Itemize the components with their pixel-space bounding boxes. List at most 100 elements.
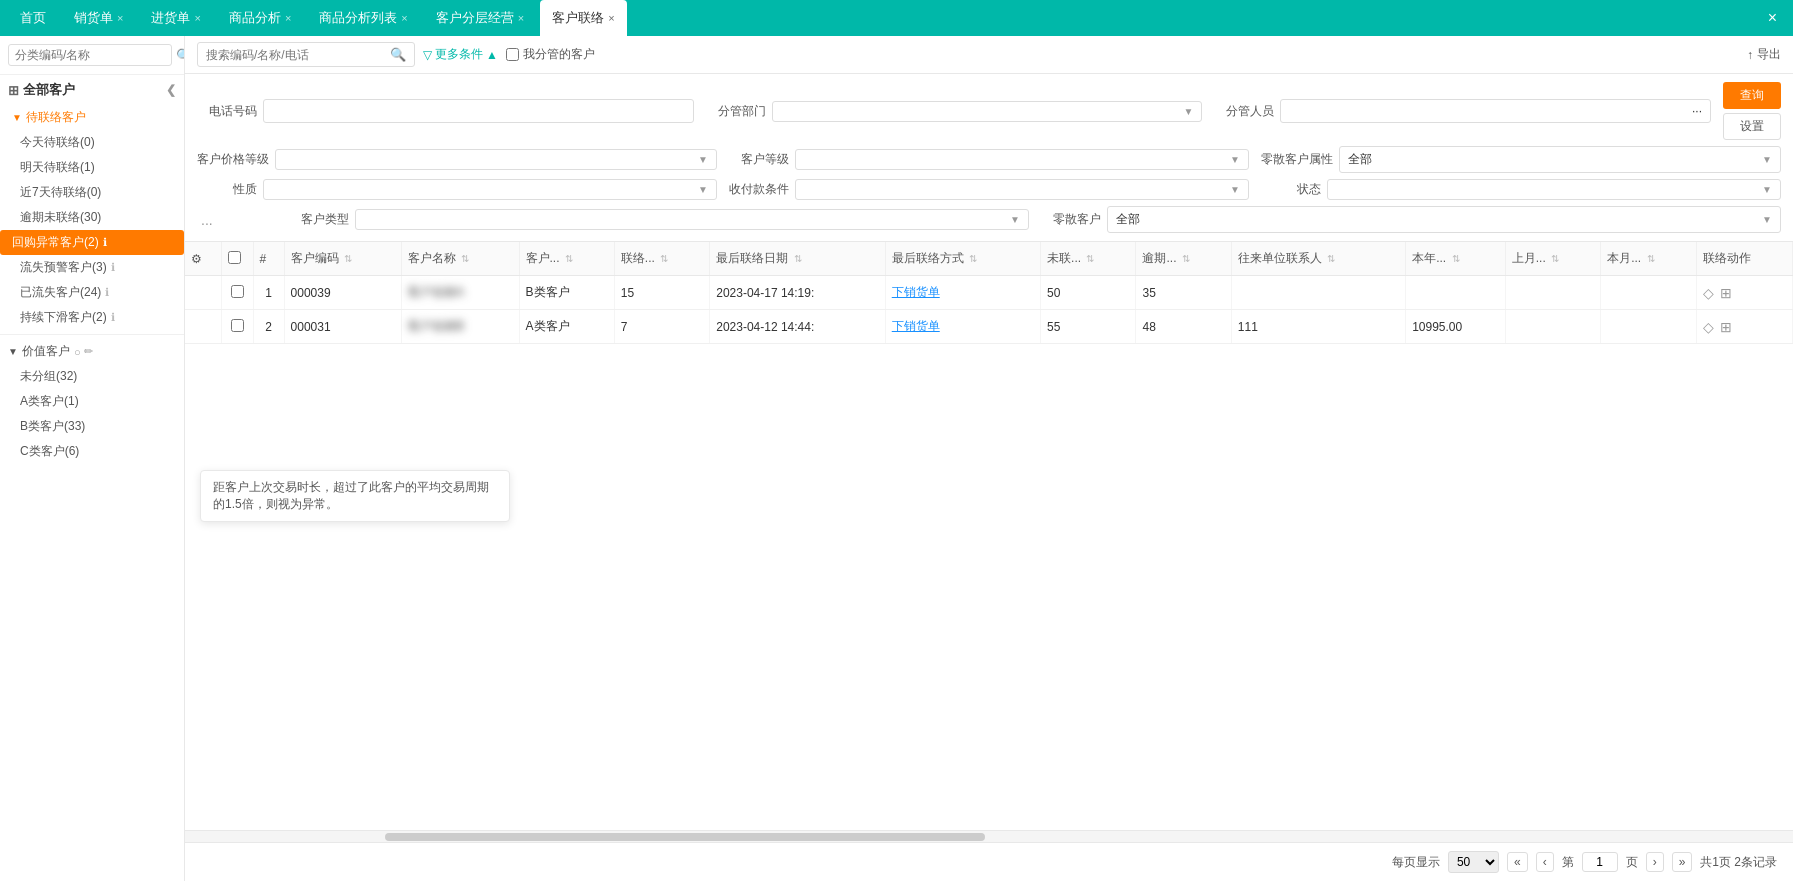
row-checkbox-cell[interactable]	[221, 276, 253, 310]
th-not-contacted[interactable]: 未联... ⇅	[1041, 242, 1136, 276]
tab-customer-segmentation[interactable]: 客户分层经营 ×	[424, 0, 536, 36]
sidebar-search-input[interactable]	[8, 44, 172, 66]
customer-level-select[interactable]: ▼	[795, 149, 1249, 170]
per-page-select[interactable]: 50 100 200	[1448, 851, 1499, 873]
th-category[interactable]: 客户... ⇅	[519, 242, 614, 276]
action-icons-container: ◇ ⊞	[1703, 319, 1787, 335]
edit-icon[interactable]: ○	[74, 346, 81, 358]
sidebar-all-customers-header[interactable]: ⊞ 全部客户 ❮	[0, 75, 184, 105]
sidebar-value-customers-header[interactable]: ▼ 价值客户 ○ ✏	[0, 339, 184, 364]
sidebar-item-ungrouped[interactable]: 未分组(32)	[0, 364, 184, 389]
record-action-icon[interactable]: ⊞	[1720, 285, 1732, 301]
th-this-year[interactable]: 本年... ⇅	[1406, 242, 1506, 276]
status-select[interactable]: ▼	[1327, 179, 1781, 200]
row-this-year: 10995.00	[1406, 310, 1506, 344]
horizontal-scrollbar[interactable]	[185, 830, 1793, 842]
close-icon[interactable]: ×	[608, 0, 614, 36]
retail-customer-select[interactable]: 全部 ▼	[1107, 206, 1781, 233]
tab-home[interactable]: 首页	[8, 0, 58, 36]
next-page-button[interactable]: ›	[1646, 852, 1664, 872]
th-overdue[interactable]: 逾期... ⇅	[1136, 242, 1231, 276]
row-last-contact-method[interactable]: 下销货单	[885, 310, 1040, 344]
more-dots[interactable]: ...	[197, 212, 217, 228]
select-all-checkbox[interactable]	[228, 251, 241, 264]
sidebar-item-persistent-decline[interactable]: 持续下滑客户(2) ℹ	[0, 305, 184, 330]
tab-product-analysis-label: 商品分析	[229, 0, 281, 36]
tab-product-analysis-list[interactable]: 商品分析列表 ×	[307, 0, 419, 36]
first-page-button[interactable]: «	[1507, 852, 1528, 872]
manager-select[interactable]: ···	[1280, 99, 1711, 123]
th-last-month[interactable]: 上月... ⇅	[1505, 242, 1600, 276]
customer-type-select[interactable]: ▼	[355, 209, 1029, 230]
sidebar-item-today[interactable]: 今天待联络(0)	[0, 130, 184, 155]
my-customers-checkbox-area[interactable]: 我分管的客户	[506, 46, 595, 63]
row-last-contact-method[interactable]: 下销货单	[885, 276, 1040, 310]
close-icon[interactable]: ×	[518, 0, 524, 36]
query-button[interactable]: 查询	[1723, 82, 1781, 109]
phone-input[interactable]	[263, 99, 694, 123]
close-icon[interactable]: ×	[194, 0, 200, 36]
settings-button[interactable]: 设置	[1723, 113, 1781, 140]
dept-select[interactable]: ▼	[772, 101, 1203, 122]
nav-close-button[interactable]: ×	[1760, 9, 1785, 27]
value-customers-label: 价值客户	[22, 343, 70, 360]
th-settings[interactable]: ⚙	[185, 242, 221, 276]
my-customers-checkbox[interactable]	[506, 48, 519, 61]
search-input[interactable]	[206, 48, 386, 62]
sidebar-pending-contact-header[interactable]: ▼ 待联络客户	[0, 105, 184, 130]
last-contact-method-link[interactable]: 下销货单	[892, 285, 940, 299]
tab-purchase-order[interactable]: 进货单 ×	[139, 0, 212, 36]
close-icon[interactable]: ×	[401, 0, 407, 36]
last-contact-method-link[interactable]: 下销货单	[892, 319, 940, 333]
sidebar-item-class-a[interactable]: A类客户(1)	[0, 389, 184, 414]
sidebar-item-class-b[interactable]: B类客户(33)	[0, 414, 184, 439]
row-checkbox[interactable]	[231, 319, 244, 332]
contact-action-icon[interactable]: ◇	[1703, 319, 1714, 335]
sidebar-search-icon[interactable]: 🔍	[176, 48, 185, 63]
sidebar-item-7days[interactable]: 近7天待联络(0)	[0, 180, 184, 205]
scrollbar-thumb[interactable]	[385, 833, 985, 841]
th-checkbox[interactable]	[221, 242, 253, 276]
retail-attr-select[interactable]: 全部 ▼	[1339, 146, 1781, 173]
class-c-label: C类客户(6)	[20, 444, 79, 458]
th-last-contact-date[interactable]: 最后联络日期 ⇅	[710, 242, 886, 276]
row-code[interactable]: 000031	[284, 310, 401, 344]
sidebar-item-repurchase-abnormal[interactable]: 回购异常客户(2) ℹ	[0, 230, 184, 255]
page-number-input[interactable]	[1582, 852, 1618, 872]
tab-customer-contact[interactable]: 客户联络 ×	[540, 0, 626, 36]
sidebar-item-already-lost[interactable]: 已流失客户(24) ℹ	[0, 280, 184, 305]
top-navigation: 首页 销货单 × 进货单 × 商品分析 × 商品分析列表 × 客户分层经营 × …	[0, 0, 1793, 36]
contact-action-icon[interactable]: ◇	[1703, 285, 1714, 301]
sidebar-item-lost-preview[interactable]: 流失预警客户(3) ℹ	[0, 255, 184, 280]
payment-select[interactable]: ▼	[795, 179, 1249, 200]
th-contact[interactable]: 联络... ⇅	[614, 242, 709, 276]
th-this-month[interactable]: 本月... ⇅	[1601, 242, 1696, 276]
record-action-icon[interactable]: ⊞	[1720, 319, 1732, 335]
close-icon[interactable]: ×	[117, 0, 123, 36]
chevron-down-icon: ▼	[1010, 214, 1020, 225]
th-code[interactable]: 客户编码 ⇅	[284, 242, 401, 276]
close-icon[interactable]: ×	[285, 0, 291, 36]
edit-pencil-icon[interactable]: ✏	[84, 345, 93, 358]
export-button[interactable]: ↑ 导出	[1747, 46, 1781, 63]
row-code[interactable]: 000039	[284, 276, 401, 310]
table-container[interactable]: ⚙ # 客户编码 ⇅ 客户名称 ⇅	[185, 242, 1793, 830]
gender-select[interactable]: ▼	[263, 179, 717, 200]
search-icon[interactable]: 🔍	[390, 47, 406, 62]
sidebar-item-tomorrow[interactable]: 明天待联络(1)	[0, 155, 184, 180]
tab-product-analysis[interactable]: 商品分析 ×	[217, 0, 303, 36]
last-page-button[interactable]: »	[1672, 852, 1693, 872]
sidebar-search-area: 🔍	[0, 36, 184, 75]
row-checkbox[interactable]	[231, 285, 244, 298]
th-last-contact-method[interactable]: 最后联络方式 ⇅	[885, 242, 1040, 276]
row-checkbox-cell[interactable]	[221, 310, 253, 344]
sidebar-item-class-c[interactable]: C类客户(6)	[0, 439, 184, 464]
sidebar-item-overdue[interactable]: 逾期未联络(30)	[0, 205, 184, 230]
th-unit-contacts[interactable]: 往来单位联系人 ⇅	[1231, 242, 1405, 276]
price-level-select[interactable]: ▼	[275, 149, 717, 170]
prev-page-button[interactable]: ‹	[1536, 852, 1554, 872]
th-name[interactable]: 客户名称 ⇅	[402, 242, 519, 276]
more-conditions-button[interactable]: ▽ 更多条件 ▲	[423, 46, 498, 63]
tab-sales-order[interactable]: 销货单 ×	[62, 0, 135, 36]
settings-icon[interactable]: ⚙	[191, 252, 202, 266]
